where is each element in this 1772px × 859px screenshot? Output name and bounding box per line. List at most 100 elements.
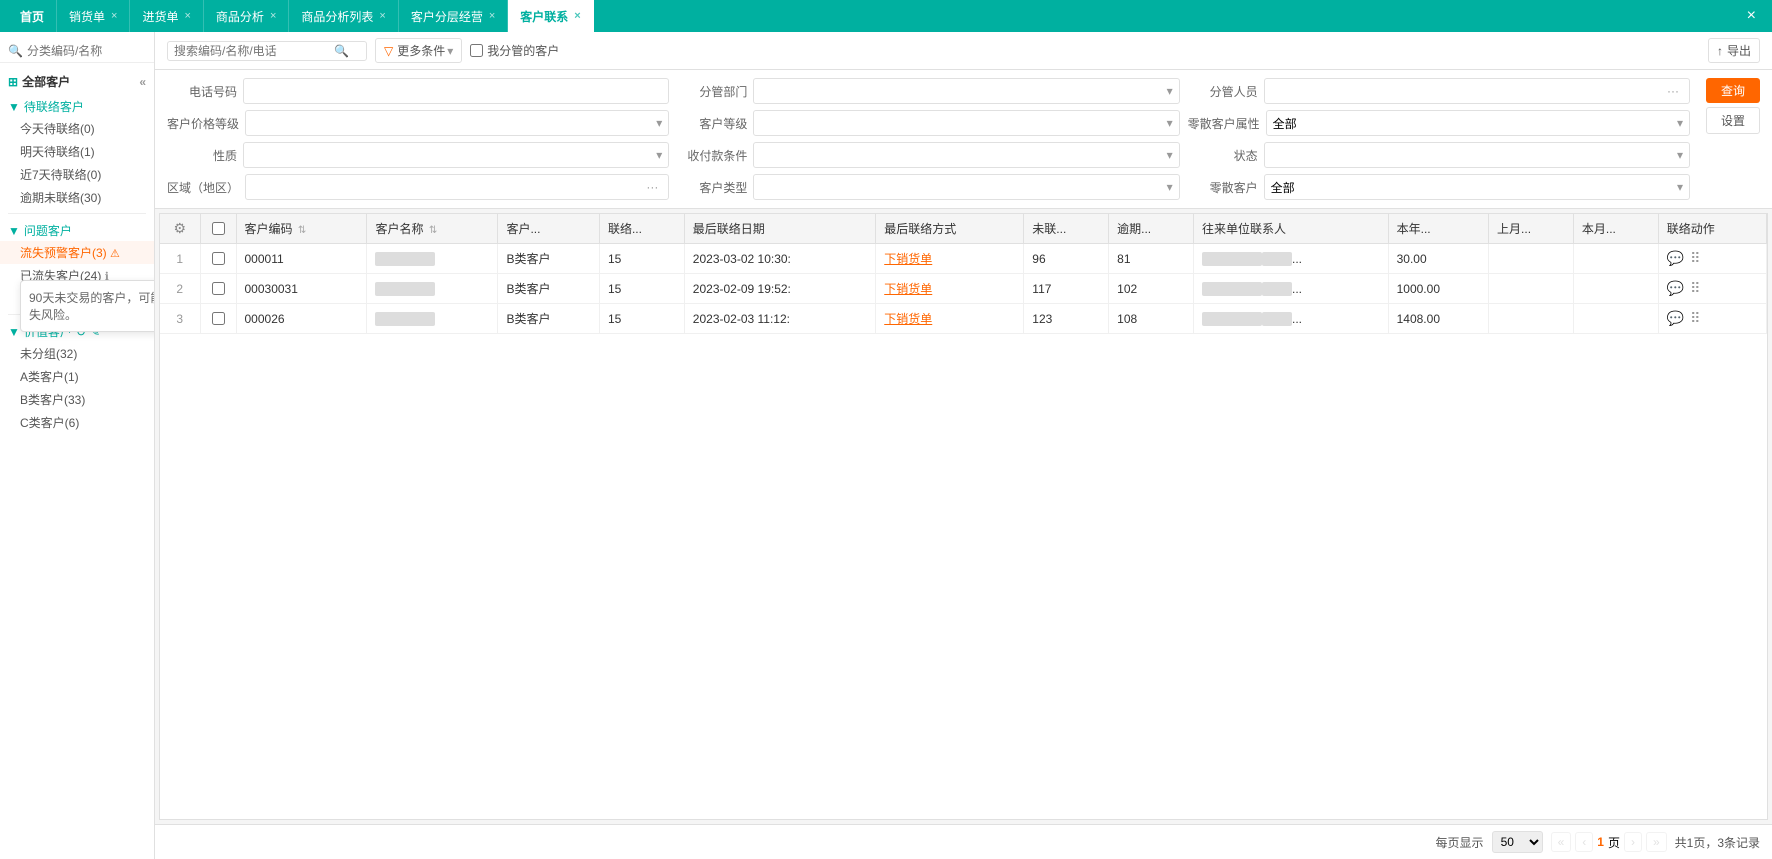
first-page-button[interactable]: «: [1551, 832, 1572, 852]
prev-page-button[interactable]: ‹: [1575, 832, 1593, 852]
action-more-icon[interactable]: ⠿: [1690, 250, 1700, 267]
filter-person-label: 分管人员: [1188, 83, 1258, 100]
toolbar-right: ↑ 导出: [1708, 38, 1760, 63]
sort-icon[interactable]: ⇅: [298, 225, 306, 236]
row-checkbox-input[interactable]: [212, 282, 225, 295]
my-customers-checkbox[interactable]: [470, 44, 483, 57]
col-last-month-label: 上月...: [1497, 222, 1531, 236]
page-nav: « ‹ 1 页 › »: [1551, 832, 1667, 852]
close-icon[interactable]: ×: [184, 10, 190, 22]
col-name-header[interactable]: 客户名称 ⇅: [367, 214, 498, 244]
tab-customer-layer[interactable]: 客户分层经营 ×: [399, 0, 508, 32]
action-more-icon[interactable]: ⠿: [1690, 280, 1700, 297]
filter-customer-type-select[interactable]: ▾: [753, 174, 1179, 200]
tab-customer-contact[interactable]: 客户联系 ×: [508, 0, 593, 32]
more-conditions-label: 更多条件: [397, 42, 445, 59]
filter-customer-type-label: 客户类型: [677, 179, 747, 196]
col-this-year-header[interactable]: 本年...: [1388, 214, 1488, 244]
row-last-date: 2023-03-02 10:30:: [684, 244, 875, 274]
dots-icon[interactable]: ···: [1663, 84, 1683, 98]
last-page-button[interactable]: »: [1646, 832, 1667, 852]
filter-person-select[interactable]: ···: [1264, 78, 1690, 104]
filter-icon: ▽: [384, 44, 393, 58]
tab-sales[interactable]: 销货单 ×: [57, 0, 130, 32]
sidebar-item-overdue[interactable]: 逾期未联络(30): [0, 186, 154, 209]
sidebar-item-b-class[interactable]: B类客户(33): [0, 388, 154, 411]
select-all-checkbox[interactable]: [212, 222, 225, 235]
close-icon[interactable]: ×: [111, 10, 117, 22]
sidebar-item-tomorrow[interactable]: 明天待联络(1): [0, 140, 154, 163]
row-checkbox-input[interactable]: [212, 252, 225, 265]
settings-button[interactable]: 设置: [1706, 107, 1760, 134]
sidebar-group-problem[interactable]: ▼ 问题客户: [0, 218, 154, 241]
settings-gear-icon[interactable]: ⚙: [173, 220, 186, 236]
action-chat-icon[interactable]: 💬: [1667, 280, 1684, 297]
filter-retail-customer-select[interactable]: 全部 ▾: [1264, 174, 1690, 200]
close-icon[interactable]: ×: [270, 10, 276, 22]
filter-customer-level-select[interactable]: ▾: [753, 110, 1179, 136]
col-contact-person-header[interactable]: 往来单位联系人: [1193, 214, 1388, 244]
filter-nature-select[interactable]: ▾: [243, 142, 669, 168]
dots-icon[interactable]: ···: [642, 180, 662, 194]
row-checkbox-input[interactable]: [212, 312, 225, 325]
sidebar-item-today[interactable]: 今天待联络(0): [0, 117, 154, 140]
row-name: [367, 304, 498, 334]
export-button[interactable]: ↑ 导出: [1708, 38, 1760, 63]
filter-payment-select[interactable]: ▾: [753, 142, 1179, 168]
main-layout: 🔍 ⊞ 全部客户 « ▼ 待联络客户 今天待联络(0) 明天待联络(1) 近7天…: [0, 32, 1772, 859]
sidebar-item-b-class-label: B类客户(33): [20, 393, 85, 407]
col-last-month-header[interactable]: 上月...: [1489, 214, 1574, 244]
tab-purchase[interactable]: 进货单 ×: [130, 0, 203, 32]
filter-status-select[interactable]: ▾: [1264, 142, 1690, 168]
row-last-date: 2023-02-03 11:12:: [684, 304, 875, 334]
filter-price-level-select[interactable]: ▾: [245, 110, 669, 136]
chevron-down-icon: ▾: [1677, 180, 1683, 194]
chevron-down-icon: ▾: [1167, 84, 1173, 98]
col-code-header[interactable]: 客户编码 ⇅: [236, 214, 367, 244]
next-page-button[interactable]: ›: [1624, 832, 1642, 852]
filter-row-2: 客户价格等级 ▾ 客户等级 ▾ 零散客户属性: [167, 110, 1690, 136]
chevron-down-icon: ▾: [656, 116, 662, 130]
filter-retail-attr-select[interactable]: 全部 ▾: [1266, 110, 1690, 136]
row-last-method: 下销货单: [876, 304, 1024, 334]
col-not-contact-header[interactable]: 未联...: [1024, 214, 1109, 244]
search-input-wrap: 🔍: [167, 41, 367, 61]
sort-icon[interactable]: ⇅: [429, 225, 437, 236]
sidebar-search-input[interactable]: [27, 44, 155, 58]
sidebar-item-7days[interactable]: 近7天待联络(0): [0, 163, 154, 186]
col-contact-header[interactable]: 联络...: [599, 214, 684, 244]
col-this-month-header[interactable]: 本月...: [1573, 214, 1658, 244]
sidebar-item-a-class[interactable]: A类客户(1): [0, 365, 154, 388]
col-type-header[interactable]: 客户...: [498, 214, 599, 244]
sidebar-item-ungrouped[interactable]: 未分组(32): [0, 342, 154, 365]
col-last-date-header[interactable]: 最后联络日期: [684, 214, 875, 244]
close-icon[interactable]: ×: [379, 10, 385, 22]
filter-phone-input[interactable]: [243, 78, 669, 104]
row-code: 000011: [236, 244, 367, 274]
sidebar-all-customers[interactable]: ⊞ 全部客户 «: [0, 69, 154, 94]
close-icon[interactable]: ×: [489, 10, 495, 22]
filter-region-select[interactable]: ···: [245, 174, 669, 200]
sidebar-group-pending[interactable]: ▼ 待联络客户: [0, 94, 154, 117]
col-overdue-header[interactable]: 逾期...: [1109, 214, 1194, 244]
main-search-input[interactable]: [174, 44, 334, 58]
search-icon[interactable]: 🔍: [334, 44, 349, 58]
close-icon[interactable]: ×: [574, 10, 580, 22]
col-last-method-header[interactable]: 最后联络方式: [876, 214, 1024, 244]
action-more-icon[interactable]: ⠿: [1690, 310, 1700, 327]
sidebar-item-c-class[interactable]: C类客户(6): [0, 411, 154, 434]
sidebar-item-churn-warning[interactable]: 流失预警客户(3) ⚠: [0, 241, 154, 264]
action-chat-icon[interactable]: 💬: [1667, 310, 1684, 327]
content-area: 🔍 ▽ 更多条件 ▾ 我分管的客户 ↑ 导出: [155, 32, 1772, 859]
page-size-select[interactable]: 50 100: [1492, 831, 1543, 853]
col-type-label: 客户...: [506, 222, 540, 236]
tab-goods-analysis[interactable]: 商品分析 ×: [204, 0, 289, 32]
window-close-button[interactable]: ×: [1739, 7, 1764, 25]
more-conditions-button[interactable]: ▽ 更多条件 ▾: [375, 38, 462, 63]
query-button[interactable]: 查询: [1706, 78, 1760, 103]
action-chat-icon[interactable]: 💬: [1667, 250, 1684, 267]
tab-goods-list[interactable]: 商品分析列表 ×: [289, 0, 398, 32]
tab-home[interactable]: 首页: [8, 0, 57, 32]
row-contact-person: ...: [1193, 304, 1388, 334]
filter-dept-select[interactable]: ▾: [753, 78, 1179, 104]
